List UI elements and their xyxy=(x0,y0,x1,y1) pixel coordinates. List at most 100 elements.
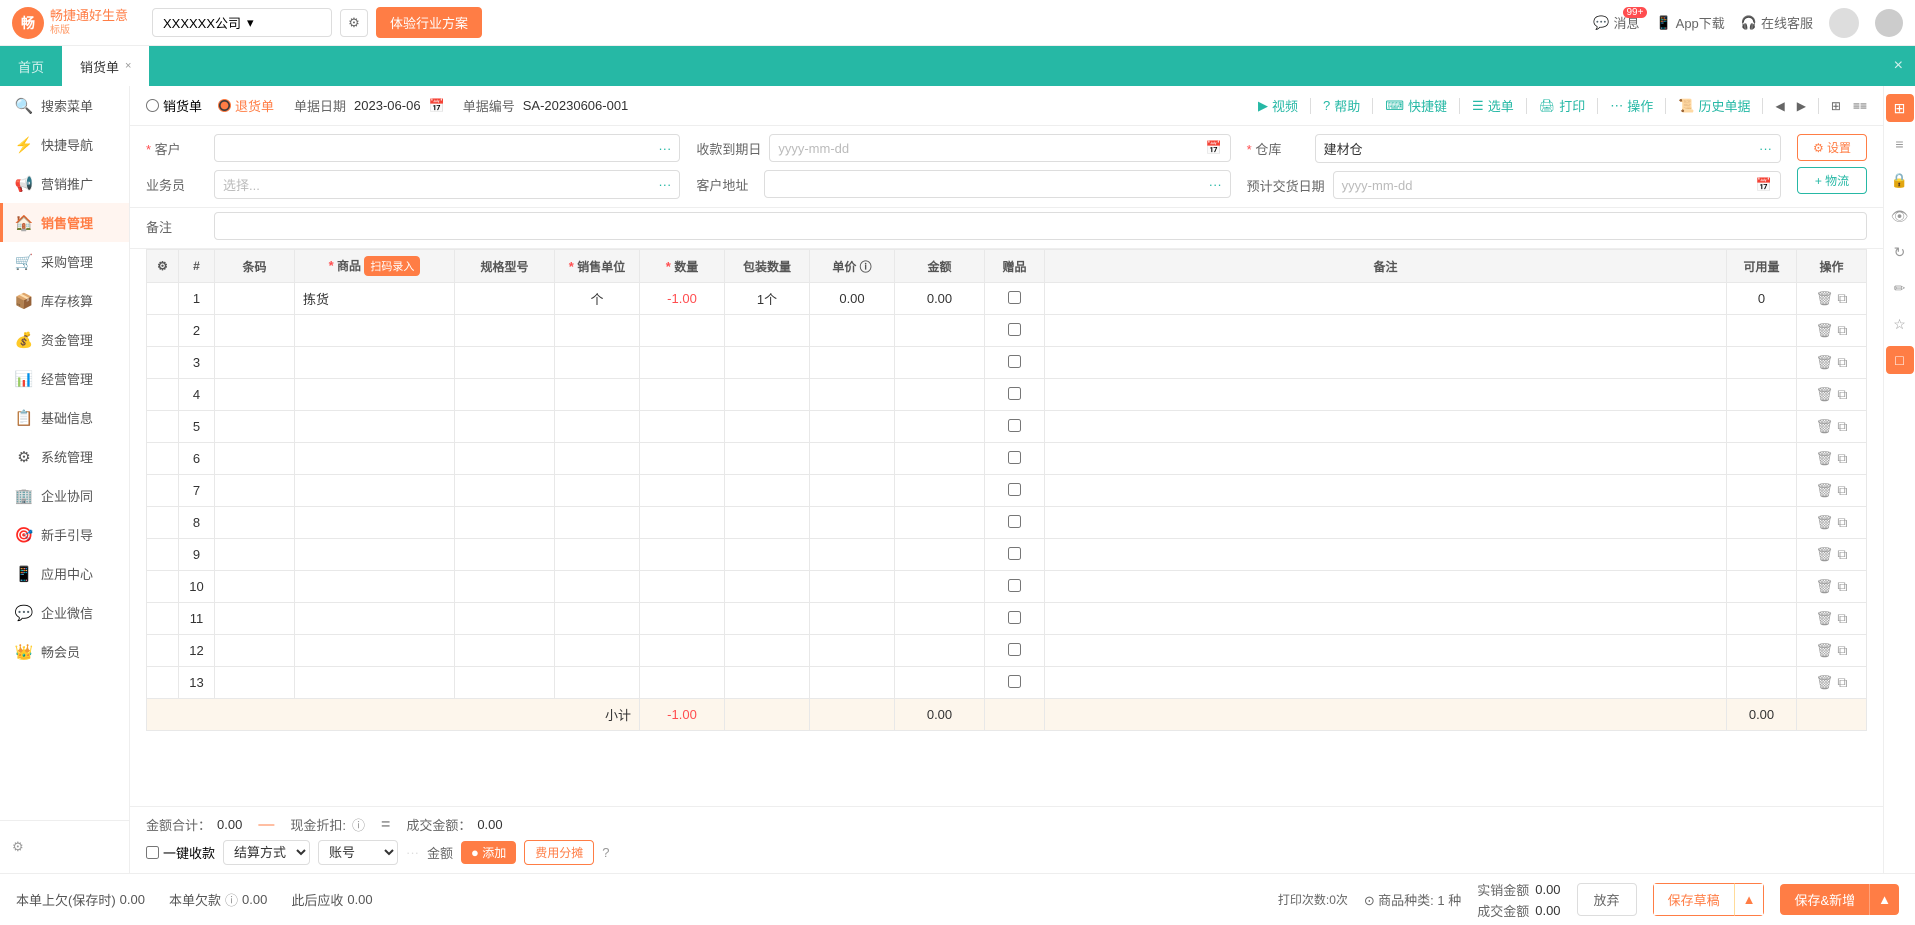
row-unit-cell[interactable] xyxy=(555,571,640,603)
row-gift-cell[interactable] xyxy=(985,347,1045,379)
row-barcode-cell[interactable] xyxy=(215,667,295,699)
row-barcode-cell[interactable] xyxy=(215,539,295,571)
expected-date-input[interactable]: yyyy-mm-dd 📅 xyxy=(1333,171,1781,199)
delete-row-button[interactable]: 🗑 xyxy=(1816,322,1834,339)
row-spec-cell[interactable] xyxy=(455,283,555,315)
row-barcode-cell[interactable] xyxy=(215,411,295,443)
row-barcode-cell[interactable] xyxy=(215,443,295,475)
row-qty-cell[interactable] xyxy=(640,315,725,347)
row-note-cell[interactable] xyxy=(1045,411,1727,443)
row-pkgqty-cell[interactable] xyxy=(725,603,810,635)
row-pkgqty-cell[interactable] xyxy=(725,315,810,347)
row-amount-cell[interactable] xyxy=(895,315,985,347)
row-note-cell[interactable] xyxy=(1045,443,1727,475)
row-note-cell[interactable] xyxy=(1045,539,1727,571)
sales-order-tab[interactable]: 销货单 × xyxy=(62,46,149,86)
row-product-cell[interactable] xyxy=(295,635,455,667)
one-click-pay-check[interactable] xyxy=(146,846,159,859)
row-spec-cell[interactable] xyxy=(455,539,555,571)
row-price-cell[interactable] xyxy=(810,315,895,347)
avatar[interactable] xyxy=(1829,8,1859,38)
owed-help-icon[interactable]: ⓘ xyxy=(225,890,238,909)
delete-row-button[interactable]: 🗑 xyxy=(1816,578,1834,595)
row-unit-cell[interactable] xyxy=(555,315,640,347)
row-unit-cell[interactable] xyxy=(555,539,640,571)
row-unit-cell[interactable] xyxy=(555,347,640,379)
settle-method-select[interactable]: 结算方式 xyxy=(223,840,310,865)
copy-row-button[interactable]: ⧉ xyxy=(1837,386,1847,403)
sidebar-item-finance[interactable]: 💰 资金管理 xyxy=(0,320,129,359)
row-qty-cell[interactable] xyxy=(640,347,725,379)
row-spec-cell[interactable] xyxy=(455,443,555,475)
row-product-cell[interactable] xyxy=(295,475,455,507)
row-pkgqty-cell[interactable] xyxy=(725,667,810,699)
warehouse-input[interactable]: 建材仓 ··· xyxy=(1315,134,1781,163)
row-note-cell[interactable] xyxy=(1045,603,1727,635)
row-qty-cell[interactable] xyxy=(640,571,725,603)
row-note-cell[interactable] xyxy=(1045,315,1727,347)
row-price-cell[interactable] xyxy=(810,635,895,667)
row-amount-cell[interactable] xyxy=(895,443,985,475)
account-select[interactable]: 账号 xyxy=(318,840,398,865)
add-payment-button[interactable]: ● 添加 xyxy=(461,841,516,864)
row-price-cell[interactable] xyxy=(810,443,895,475)
row-gift-cell[interactable] xyxy=(985,379,1045,411)
customer-input[interactable]: ··· xyxy=(214,134,680,162)
row-barcode-cell[interactable] xyxy=(215,347,295,379)
row-unit-cell[interactable] xyxy=(555,507,640,539)
row-pkgqty-cell[interactable] xyxy=(725,475,810,507)
expense-button[interactable]: 费用分摊 xyxy=(524,840,594,865)
delete-row-button[interactable]: 🗑 xyxy=(1816,674,1834,691)
row-pkgqty-cell[interactable] xyxy=(725,411,810,443)
row-gift-cell[interactable] xyxy=(985,411,1045,443)
calendar-icon[interactable]: 📅 xyxy=(429,98,445,114)
row-note-cell[interactable] xyxy=(1045,475,1727,507)
abandon-button[interactable]: 放弃 xyxy=(1577,883,1637,916)
copy-row-button[interactable]: ⧉ xyxy=(1837,642,1847,659)
save-draft-button[interactable]: 保存草稿 xyxy=(1653,883,1734,916)
close-tab-icon[interactable]: × xyxy=(125,60,131,72)
copy-row-button[interactable]: ⧉ xyxy=(1837,674,1847,691)
delete-row-button[interactable]: 🗑 xyxy=(1816,354,1834,371)
save-new-button[interactable]: 保存&新增 xyxy=(1780,884,1869,915)
row-amount-cell[interactable] xyxy=(895,379,985,411)
right-icon-grid[interactable]: ⊞ xyxy=(1886,94,1914,122)
copy-row-button[interactable]: ⧉ xyxy=(1837,322,1847,339)
history-action[interactable]: 📜 历史单据 xyxy=(1678,96,1750,115)
row-amount-cell[interactable] xyxy=(895,603,985,635)
row-product-cell[interactable] xyxy=(295,539,455,571)
row-product-cell[interactable] xyxy=(295,315,455,347)
row-qty-cell[interactable] xyxy=(640,507,725,539)
row-gift-cell[interactable] xyxy=(985,539,1045,571)
row-amount-cell[interactable] xyxy=(895,667,985,699)
sidebar-item-sales[interactable]: 🏠 销售管理 xyxy=(0,203,129,242)
row-spec-cell[interactable] xyxy=(455,315,555,347)
shortcut-action[interactable]: ⌨ 快捷键 xyxy=(1385,96,1447,115)
calendar-icon2[interactable]: 📅 xyxy=(1205,140,1221,156)
trial-button[interactable]: 体验行业方案 xyxy=(376,7,482,38)
copy-row-button[interactable]: ⧉ xyxy=(1837,546,1847,563)
row-barcode-cell[interactable] xyxy=(215,507,295,539)
right-icon-list[interactable]: ≡ xyxy=(1886,130,1914,158)
row-price-cell[interactable] xyxy=(810,347,895,379)
right-icon-edit[interactable]: ✏ xyxy=(1886,274,1914,302)
sales-order-radio[interactable]: 销货单 xyxy=(146,96,202,115)
row-note-cell[interactable] xyxy=(1045,283,1727,315)
copy-row-button[interactable]: ⧉ xyxy=(1837,290,1847,307)
sidebar-item-system[interactable]: ⚙ 系统管理 xyxy=(0,437,129,476)
row-product-cell[interactable] xyxy=(295,411,455,443)
app-download-button[interactable]: 📱 App下载 xyxy=(1655,13,1724,32)
delete-row-button[interactable]: 🗑 xyxy=(1816,290,1834,307)
sidebar-item-marketing[interactable]: 📢 营销推广 xyxy=(0,164,129,203)
delete-row-button[interactable]: 🗑 xyxy=(1816,450,1834,467)
one-click-pay-checkbox[interactable]: 一键收款 xyxy=(146,843,215,862)
sidebar-item-member[interactable]: 👑 畅会员 xyxy=(0,632,129,671)
row-spec-cell[interactable] xyxy=(455,603,555,635)
delete-row-button[interactable]: 🗑 xyxy=(1816,642,1834,659)
row-qty-cell[interactable]: -1.00 xyxy=(640,283,725,315)
row-gift-cell[interactable] xyxy=(985,635,1045,667)
calendar-icon3[interactable]: 📅 xyxy=(1756,177,1772,193)
return-order-radio[interactable]: 退货单 xyxy=(218,96,274,115)
row-price-cell[interactable] xyxy=(810,571,895,603)
row-price-cell[interactable] xyxy=(810,603,895,635)
